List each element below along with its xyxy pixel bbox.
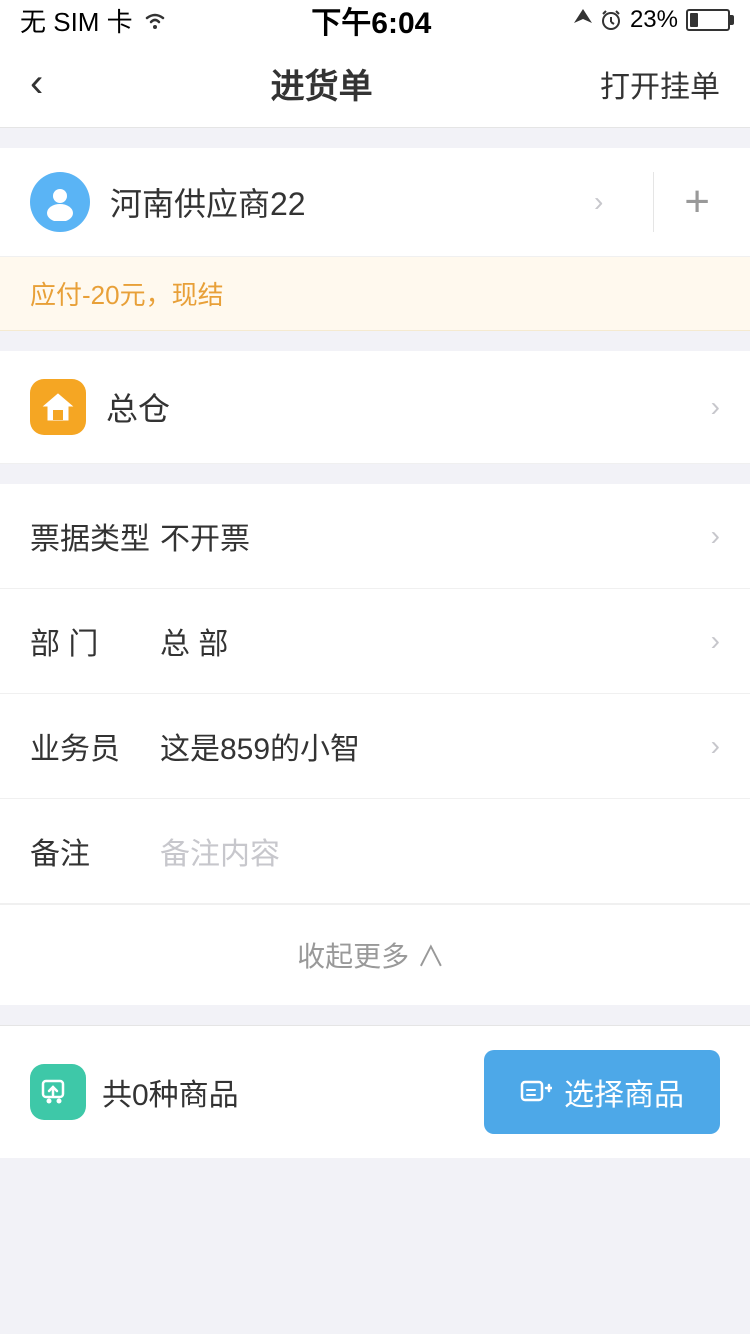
- battery-percent: 23%: [630, 6, 678, 34]
- collapse-row[interactable]: 收起更多 ∧: [0, 904, 750, 1005]
- spacer-4: [0, 1005, 750, 1025]
- product-info: 共0种商品: [30, 1064, 239, 1120]
- select-product-label: 选择商品: [564, 1070, 684, 1114]
- notice-banner: 应付-20元，现结: [0, 257, 750, 331]
- location-icon: [574, 9, 592, 31]
- warehouse-label: 总仓: [106, 384, 711, 430]
- invoice-type-value: 不开票: [160, 514, 711, 558]
- supplier-avatar: [30, 172, 90, 232]
- supplier-name: 河南供应商22: [110, 179, 594, 225]
- notice-text: 应付-20元，现结: [30, 280, 224, 310]
- battery-icon: [686, 9, 730, 31]
- remark-row[interactable]: 备注 备注内容: [0, 799, 750, 904]
- remark-input[interactable]: 备注内容: [160, 829, 720, 873]
- status-right: 23%: [574, 6, 730, 34]
- status-left: 无 SIM 卡: [20, 2, 169, 39]
- salesperson-value: 这是859的小智: [160, 724, 711, 768]
- salesperson-row[interactable]: 业务员 这是859的小智 ›: [0, 694, 750, 799]
- supplier-section: 河南供应商22 › + 应付-20元，现结: [0, 148, 750, 331]
- person-icon: [41, 183, 79, 221]
- nav-bar: ‹ 进货单 打开挂单: [0, 40, 750, 128]
- salesperson-label: 业务员: [30, 724, 160, 768]
- product-count-text: 共0种商品: [102, 1070, 239, 1114]
- invoice-type-row[interactable]: 票据类型 不开票 ›: [0, 484, 750, 589]
- invoice-type-label: 票据类型: [30, 514, 160, 558]
- department-label: 部 门: [30, 619, 160, 663]
- house-icon: [42, 392, 74, 422]
- bottom-bar: 共0种商品 选择商品: [0, 1025, 750, 1158]
- spacer-1: [0, 128, 750, 148]
- warehouse-chevron-icon: ›: [711, 391, 720, 423]
- department-value: 总 部: [160, 619, 711, 663]
- status-time: 下午6:04: [311, 0, 431, 42]
- add-supplier-button[interactable]: +: [674, 177, 720, 227]
- warehouse-icon-bg: [30, 379, 86, 435]
- supplier-row[interactable]: 河南供应商22 › +: [0, 148, 750, 257]
- remark-label: 备注: [30, 829, 160, 873]
- back-button[interactable]: ‹: [30, 61, 43, 106]
- select-product-icon: [520, 1078, 552, 1106]
- main-content: 河南供应商22 › + 应付-20元，现结 总仓 › 票据类型 不开票 ›: [0, 128, 750, 1158]
- page-title: 进货单: [271, 59, 373, 108]
- supplier-chevron-icon: ›: [594, 186, 603, 218]
- product-icon-bg: [30, 1064, 86, 1120]
- alarm-icon: [600, 9, 622, 31]
- status-bar: 无 SIM 卡 下午6:04 23%: [0, 0, 750, 40]
- department-row[interactable]: 部 门 总 部 ›: [0, 589, 750, 694]
- spacer-2: [0, 331, 750, 351]
- open-pending-button[interactable]: 打开挂单: [600, 62, 720, 106]
- warehouse-row[interactable]: 总仓 ›: [0, 351, 750, 464]
- cart-icon: [41, 1077, 75, 1107]
- form-section: 票据类型 不开票 › 部 门 总 部 › 业务员 这是859的小智 › 备注 备…: [0, 484, 750, 1005]
- select-product-button[interactable]: 选择商品: [484, 1050, 720, 1134]
- signal-text: 无 SIM 卡: [20, 2, 133, 39]
- wifi-icon: [141, 10, 169, 30]
- department-chevron-icon: ›: [711, 625, 720, 657]
- spacer-3: [0, 464, 750, 484]
- salesperson-chevron-icon: ›: [711, 730, 720, 762]
- vertical-divider: [653, 172, 654, 232]
- invoice-type-chevron-icon: ›: [711, 520, 720, 552]
- collapse-label: 收起更多 ∧: [297, 935, 445, 975]
